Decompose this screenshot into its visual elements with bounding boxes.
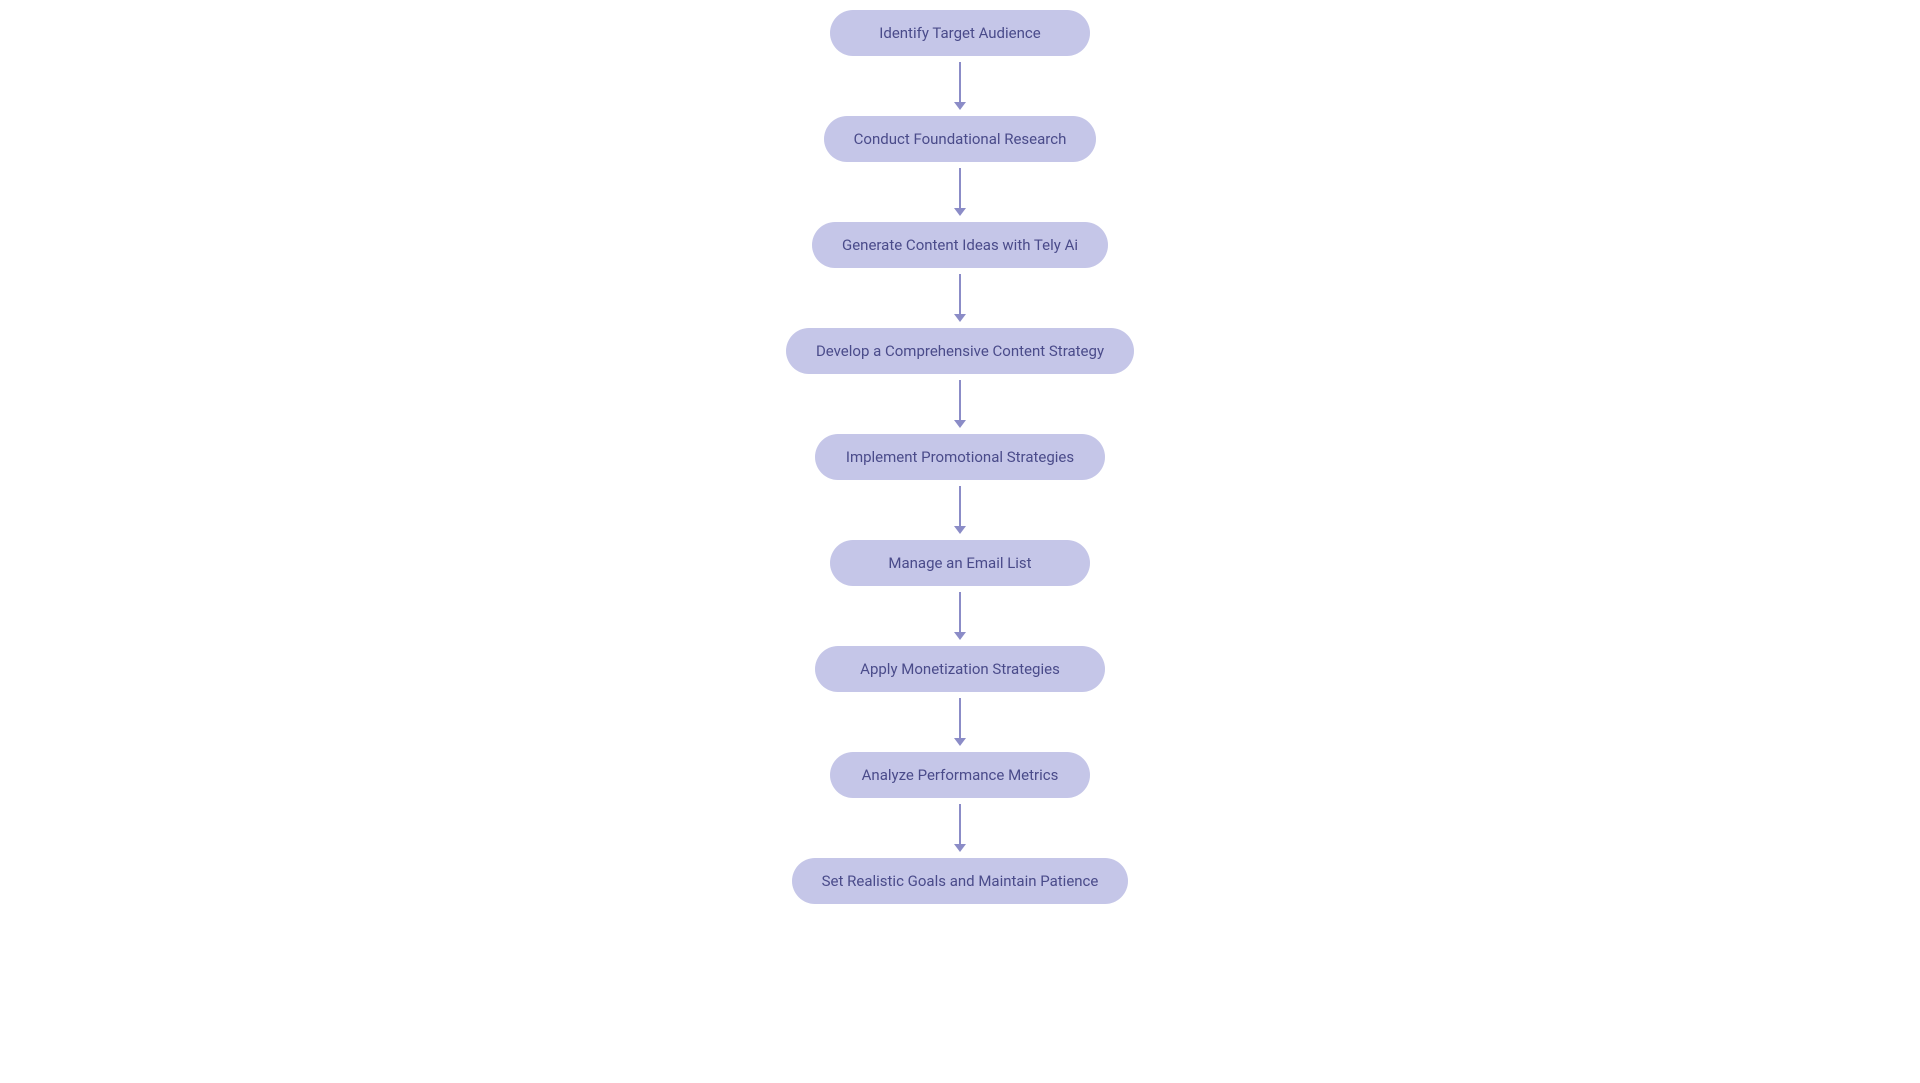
arrow-1 (954, 56, 966, 116)
arrow-7 (954, 692, 966, 752)
arrow-line-7 (959, 698, 961, 738)
arrow-head-8 (954, 844, 966, 852)
arrow-head-3 (954, 314, 966, 322)
node-set-realistic-goals: Set Realistic Goals and Maintain Patienc… (792, 858, 1129, 904)
arrow-head-7 (954, 738, 966, 746)
flowchart: Identify Target Audience Conduct Foundat… (0, 0, 1920, 904)
node-apply-monetization-strategies: Apply Monetization Strategies (815, 646, 1105, 692)
arrow-2 (954, 162, 966, 222)
arrow-head-2 (954, 208, 966, 216)
node-analyze-performance-metrics: Analyze Performance Metrics (830, 752, 1090, 798)
arrow-line-3 (959, 274, 961, 314)
arrow-head-5 (954, 526, 966, 534)
node-implement-promotional-strategies: Implement Promotional Strategies (815, 434, 1105, 480)
arrow-5 (954, 480, 966, 540)
arrow-line-5 (959, 486, 961, 526)
node-identify-target-audience: Identify Target Audience (830, 10, 1090, 56)
arrow-head-6 (954, 632, 966, 640)
arrow-8 (954, 798, 966, 858)
arrow-4 (954, 374, 966, 434)
node-manage-email-list: Manage an Email List (830, 540, 1090, 586)
arrow-head-4 (954, 420, 966, 428)
arrow-line-2 (959, 168, 961, 208)
arrow-line-4 (959, 380, 961, 420)
arrow-head-1 (954, 102, 966, 110)
arrow-3 (954, 268, 966, 328)
node-generate-content-ideas: Generate Content Ideas with Tely Ai (812, 222, 1108, 268)
arrow-line-6 (959, 592, 961, 632)
arrow-line-1 (959, 62, 961, 102)
arrow-line-8 (959, 804, 961, 844)
node-conduct-foundational-research: Conduct Foundational Research (824, 116, 1097, 162)
node-develop-content-strategy: Develop a Comprehensive Content Strategy (786, 328, 1134, 374)
arrow-6 (954, 586, 966, 646)
